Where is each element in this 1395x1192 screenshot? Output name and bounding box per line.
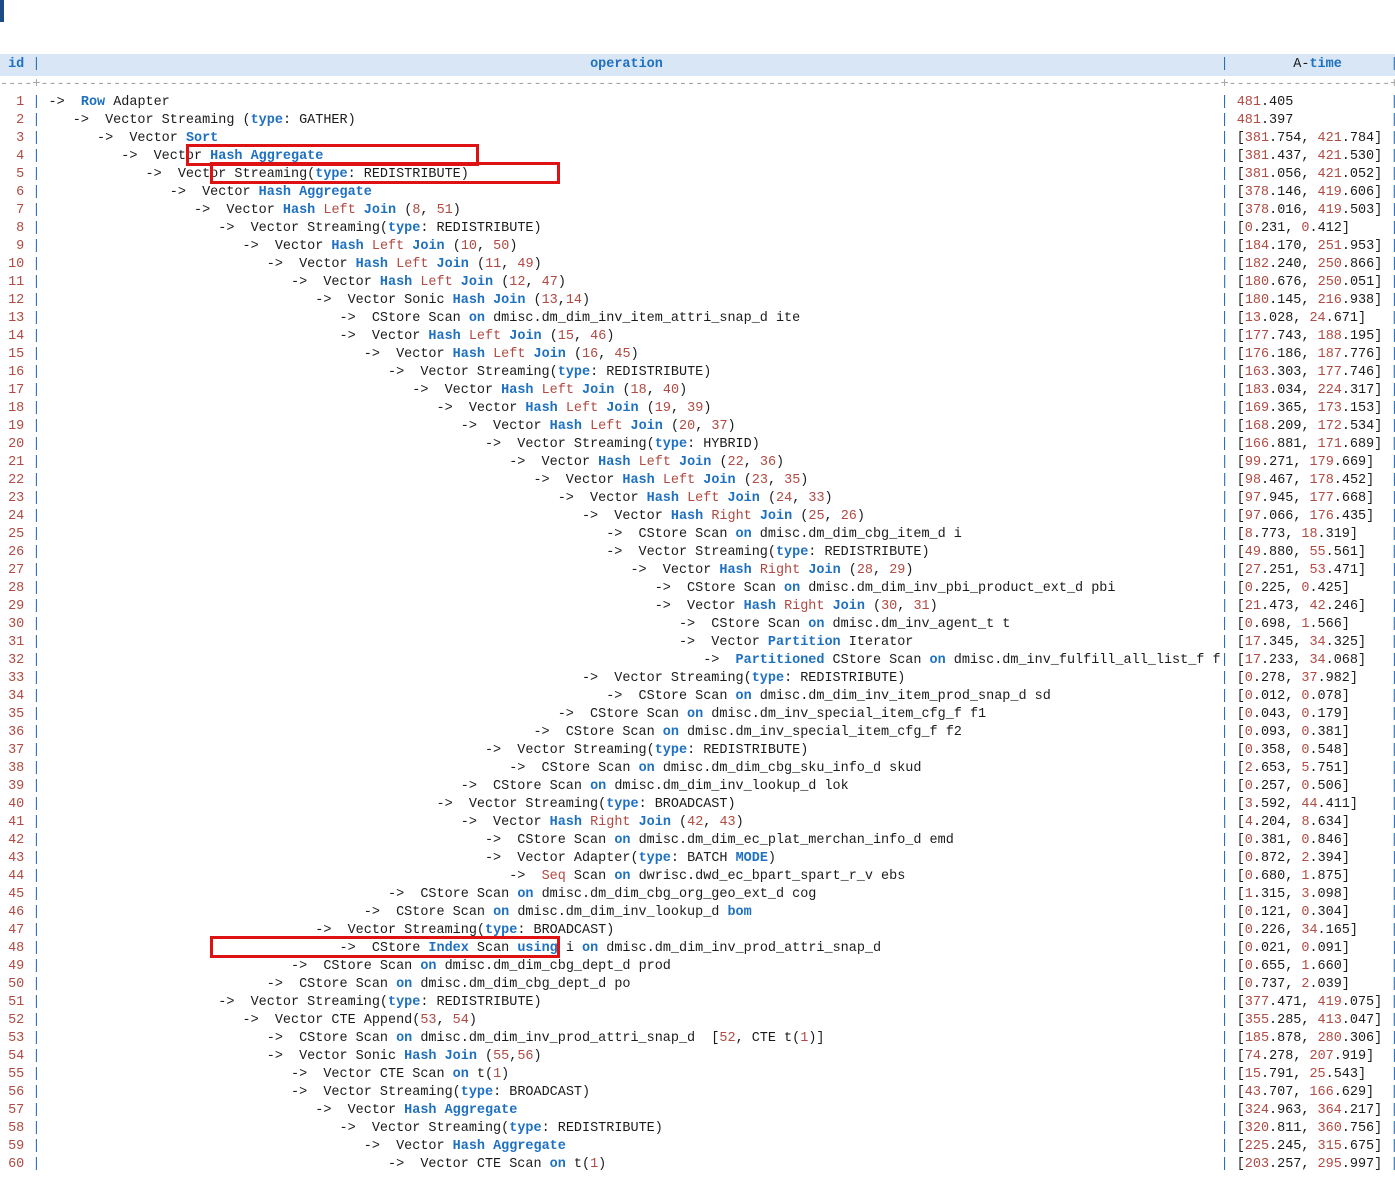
plan-row-56: 56 | -> Vector Streaming(type: BROADCAST… (0, 1085, 1395, 1100)
plan-row-47: 47 | -> Vector Streaming(type: BROADCAST… (0, 923, 1395, 938)
plan-row-17: 17 | -> Vector Hash Left Join (18, 40) |… (0, 383, 1395, 398)
plan-row-1: 1 | -> Row Adapter | 481.405 | (0, 95, 1395, 110)
plan-row-58: 58 | -> Vector Streaming(type: REDISTRIB… (0, 1121, 1395, 1136)
plan-row-8: 8 | -> Vector Streaming(type: REDISTRIBU… (0, 221, 1395, 236)
explain-plan-output: id | operation | A-time | ----+----------… (0, 0, 1395, 1172)
plan-row-33: 33 | -> Vector Streaming(type: REDISTRIB… (0, 671, 1395, 686)
plan-row-4: 4 | -> Vector Hash Aggregate | [381.437,… (0, 149, 1395, 164)
plan-row-15: 15 | -> Vector Hash Left Join (16, 45) |… (0, 347, 1395, 362)
plan-row-44: 44 | -> Seq Scan on dwrisc.dwd_ec_bpart_… (0, 869, 1395, 884)
plan-row-34: 34 | -> CStore Scan on dmisc.dm_dim_inv_… (0, 689, 1395, 704)
plan-row-43: 43 | -> Vector Adapter(type: BATCH MODE)… (0, 851, 1395, 866)
plan-row-37: 37 | -> Vector Streaming(type: REDISTRIB… (0, 743, 1395, 758)
plan-row-45: 45 | -> CStore Scan on dmisc.dm_dim_cbg_… (0, 887, 1395, 902)
plan-lines: id | operation | A-time | ----+----------… (0, 54, 1395, 1174)
plan-row-39: 39 | -> CStore Scan on dmisc.dm_dim_inv_… (0, 779, 1395, 794)
plan-row-16: 16 | -> Vector Streaming(type: REDISTRIB… (0, 365, 1395, 380)
plan-row-12: 12 | -> Vector Sonic Hash Join (13,14) |… (0, 293, 1395, 308)
plan-row-27: 27 | -> Vector Hash Right Join (28, 29) … (0, 563, 1395, 578)
plan-row-5: 5 | -> Vector Streaming(type: REDISTRIBU… (0, 167, 1395, 182)
plan-row-49: 49 | -> CStore Scan on dmisc.dm_dim_cbg_… (0, 959, 1395, 974)
plan-row-31: 31 | -> Vector Partition Iterator | [17.… (0, 635, 1395, 650)
plan-row-53: 53 | -> CStore Scan on dmisc.dm_dim_inv_… (0, 1031, 1395, 1046)
plan-row-7: 7 | -> Vector Hash Left Join (8, 51) | [… (0, 203, 1395, 218)
table-separator: ----+-----------------------------------… (0, 77, 1395, 92)
plan-row-6: 6 | -> Vector Hash Aggregate | [378.146,… (0, 185, 1395, 200)
plan-row-20: 20 | -> Vector Streaming(type: HYBRID) |… (0, 437, 1395, 452)
plan-row-13: 13 | -> CStore Scan on dmisc.dm_dim_inv_… (0, 311, 1395, 326)
plan-row-22: 22 | -> Vector Hash Left Join (23, 35) |… (0, 473, 1395, 488)
plan-row-30: 30 | -> CStore Scan on dmisc.dm_inv_agen… (0, 617, 1395, 632)
plan-row-19: 19 | -> Vector Hash Left Join (20, 37) |… (0, 419, 1395, 434)
plan-row-26: 26 | -> Vector Streaming(type: REDISTRIB… (0, 545, 1395, 560)
cursor-bar (0, 0, 4, 22)
plan-row-48: 48 | -> CStore Index Scan using i on dmi… (0, 941, 1395, 956)
table-header: id | operation | A-time | (0, 54, 1395, 76)
plan-row-10: 10 | -> Vector Hash Left Join (11, 49) |… (0, 257, 1395, 272)
plan-row-59: 59 | -> Vector Hash Aggregate | [225.245… (0, 1139, 1395, 1154)
plan-row-29: 29 | -> Vector Hash Right Join (30, 31) … (0, 599, 1395, 614)
plan-row-11: 11 | -> Vector Hash Left Join (12, 47) |… (0, 275, 1395, 290)
plan-row-40: 40 | -> Vector Streaming(type: BROADCAST… (0, 797, 1395, 812)
plan-row-38: 38 | -> CStore Scan on dmisc.dm_dim_cbg_… (0, 761, 1395, 776)
plan-row-60: 60 | -> Vector CTE Scan on t(1) | [203.2… (0, 1157, 1395, 1172)
plan-row-46: 46 | -> CStore Scan on dmisc.dm_dim_inv_… (0, 905, 1395, 920)
plan-row-3: 3 | -> Vector Sort | [381.754, 421.784] … (0, 131, 1395, 146)
plan-row-32: 32 | -> Partitioned CStore Scan on dmisc… (0, 653, 1395, 668)
plan-row-51: 51 | -> Vector Streaming(type: REDISTRIB… (0, 995, 1395, 1010)
plan-row-18: 18 | -> Vector Hash Left Join (19, 39) |… (0, 401, 1395, 416)
plan-row-25: 25 | -> CStore Scan on dmisc.dm_dim_cbg_… (0, 527, 1395, 542)
plan-row-36: 36 | -> CStore Scan on dmisc.dm_inv_spec… (0, 725, 1395, 740)
plan-row-35: 35 | -> CStore Scan on dmisc.dm_inv_spec… (0, 707, 1395, 722)
plan-row-21: 21 | -> Vector Hash Left Join (22, 36) |… (0, 455, 1395, 470)
plan-row-50: 50 | -> CStore Scan on dmisc.dm_dim_cbg_… (0, 977, 1395, 992)
plan-row-55: 55 | -> Vector CTE Scan on t(1) | [15.79… (0, 1067, 1395, 1082)
plan-row-2: 2 | -> Vector Streaming (type: GATHER) |… (0, 113, 1395, 128)
plan-row-52: 52 | -> Vector CTE Append(53, 54) | [355… (0, 1013, 1395, 1028)
plan-row-14: 14 | -> Vector Hash Left Join (15, 46) |… (0, 329, 1395, 344)
plan-row-54: 54 | -> Vector Sonic Hash Join (55,56) |… (0, 1049, 1395, 1064)
plan-row-42: 42 | -> CStore Scan on dmisc.dm_dim_ec_p… (0, 833, 1395, 848)
plan-row-41: 41 | -> Vector Hash Right Join (42, 43) … (0, 815, 1395, 830)
plan-row-28: 28 | -> CStore Scan on dmisc.dm_dim_inv_… (0, 581, 1395, 596)
plan-row-24: 24 | -> Vector Hash Right Join (25, 26) … (0, 509, 1395, 524)
plan-row-9: 9 | -> Vector Hash Left Join (10, 50) | … (0, 239, 1395, 254)
plan-row-57: 57 | -> Vector Hash Aggregate | [324.963… (0, 1103, 1395, 1118)
plan-row-23: 23 | -> Vector Hash Left Join (24, 33) |… (0, 491, 1395, 506)
